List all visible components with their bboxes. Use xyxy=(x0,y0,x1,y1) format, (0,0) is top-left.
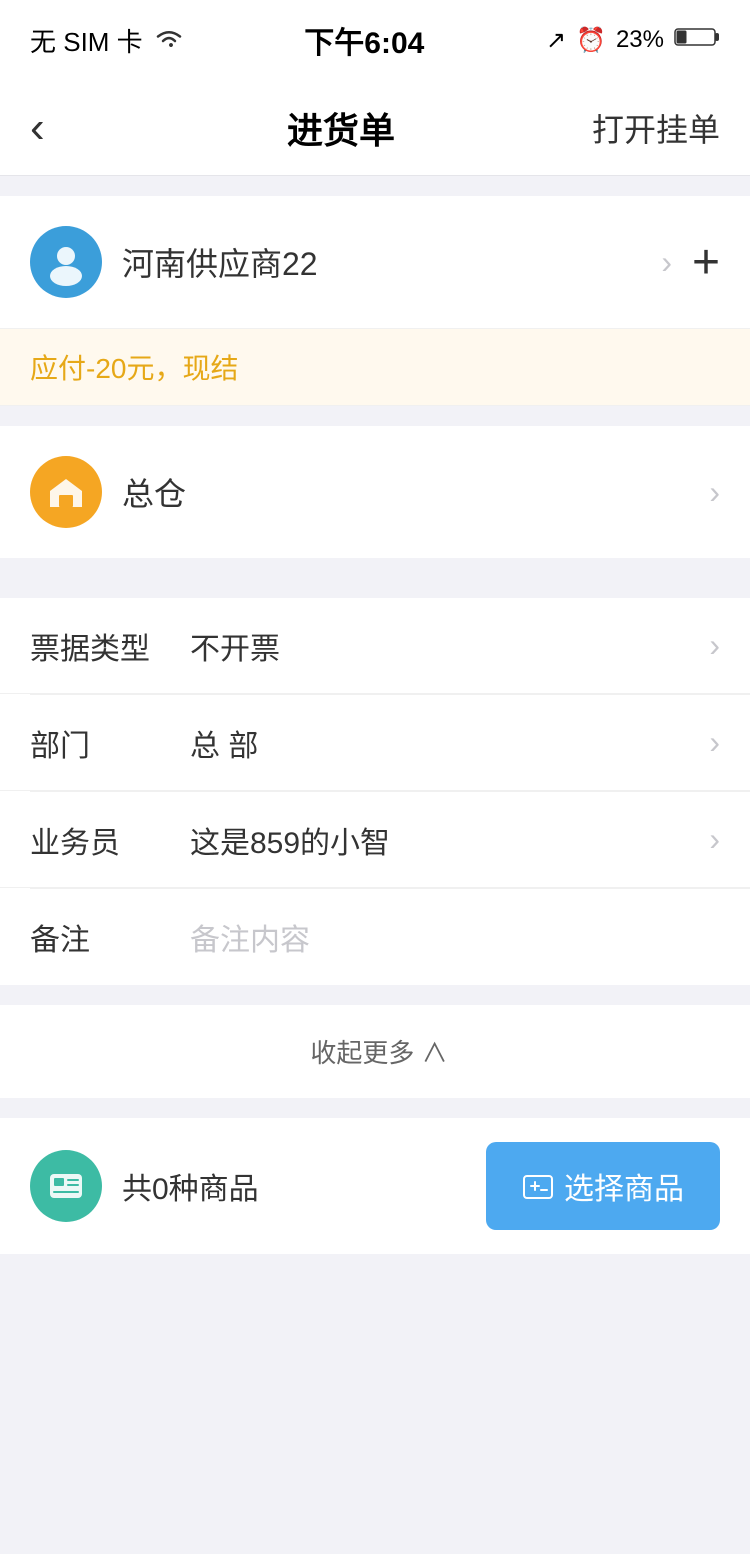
sales-label: 业务员 xyxy=(30,818,170,862)
dept-label: 部门 xyxy=(30,721,170,765)
status-bar: 无 SIM 卡 下午6:04 ↗ ⏰ 23% xyxy=(0,0,750,80)
select-btn-label: 选择商品 xyxy=(564,1164,684,1208)
warehouse-name: 总仓 xyxy=(122,469,709,515)
section-gap-3 xyxy=(0,558,750,578)
supplier-chevron-icon: › xyxy=(661,244,672,281)
section-gap-2 xyxy=(0,406,750,426)
supplier-section: 河南供应商22 › + 应付-20元，现结 xyxy=(0,196,750,406)
invoice-row[interactable]: 票据类型 不开票 › xyxy=(0,598,750,694)
supplier-row[interactable]: 河南供应商22 › + xyxy=(0,196,750,329)
section-gap-1 xyxy=(0,176,750,196)
remark-row[interactable]: 备注 备注内容 xyxy=(0,889,750,985)
carrier-label: 无 SIM 卡 xyxy=(30,22,143,59)
select-product-button[interactable]: 选择商品 xyxy=(486,1142,720,1230)
collapse-button[interactable]: 收起更多 ∧ xyxy=(0,1005,750,1098)
remark-label: 备注 xyxy=(30,915,170,959)
alarm-icon: ⏰ xyxy=(576,26,606,55)
product-icon xyxy=(30,1150,102,1222)
invoice-chevron-icon: › xyxy=(709,627,720,664)
warehouse-icon xyxy=(30,456,102,528)
wifi-icon xyxy=(155,25,183,56)
status-right: ↗ ⏰ 23% xyxy=(546,26,720,55)
supplier-avatar xyxy=(30,226,102,298)
product-count-label: 共0种商品 xyxy=(122,1164,486,1208)
alert-banner: 应付-20元，现结 xyxy=(0,329,750,406)
battery-label: 23% xyxy=(616,26,664,54)
page-title: 进货单 xyxy=(287,102,395,154)
add-supplier-button[interactable]: + xyxy=(692,235,720,290)
invoice-value: 不开票 xyxy=(170,624,709,668)
dept-chevron-icon: › xyxy=(709,724,720,761)
supplier-name: 河南供应商22 xyxy=(122,239,661,285)
warehouse-chevron-icon: › xyxy=(709,474,720,511)
back-button[interactable]: ‹ xyxy=(30,103,90,153)
dept-row[interactable]: 部门 总 部 › xyxy=(0,695,750,791)
location-icon: ↗ xyxy=(546,26,566,55)
nav-bar: ‹ 进货单 打开挂单 xyxy=(0,80,750,176)
warehouse-section: 总仓 › xyxy=(0,426,750,558)
invoice-label: 票据类型 xyxy=(30,624,170,668)
battery-icon xyxy=(674,26,720,55)
bottom-bar: 共0种商品 选择商品 xyxy=(0,1118,750,1254)
dept-value: 总 部 xyxy=(170,721,709,765)
status-time: 下午6:04 xyxy=(304,18,424,62)
page-filler xyxy=(0,1254,750,1554)
collapse-label: 收起更多 ∧ xyxy=(310,1033,447,1070)
remark-input[interactable]: 备注内容 xyxy=(170,915,720,959)
sales-row[interactable]: 业务员 这是859的小智 › xyxy=(0,792,750,888)
status-left: 无 SIM 卡 xyxy=(30,22,183,59)
sales-chevron-icon: › xyxy=(709,821,720,858)
form-section: 票据类型 不开票 › 部门 总 部 › 业务员 这是859的小智 › 备注 备注… xyxy=(0,598,750,985)
sales-value: 这是859的小智 xyxy=(170,818,709,862)
warehouse-row[interactable]: 总仓 › xyxy=(0,426,750,558)
open-pending-button[interactable]: 打开挂单 xyxy=(592,105,720,151)
